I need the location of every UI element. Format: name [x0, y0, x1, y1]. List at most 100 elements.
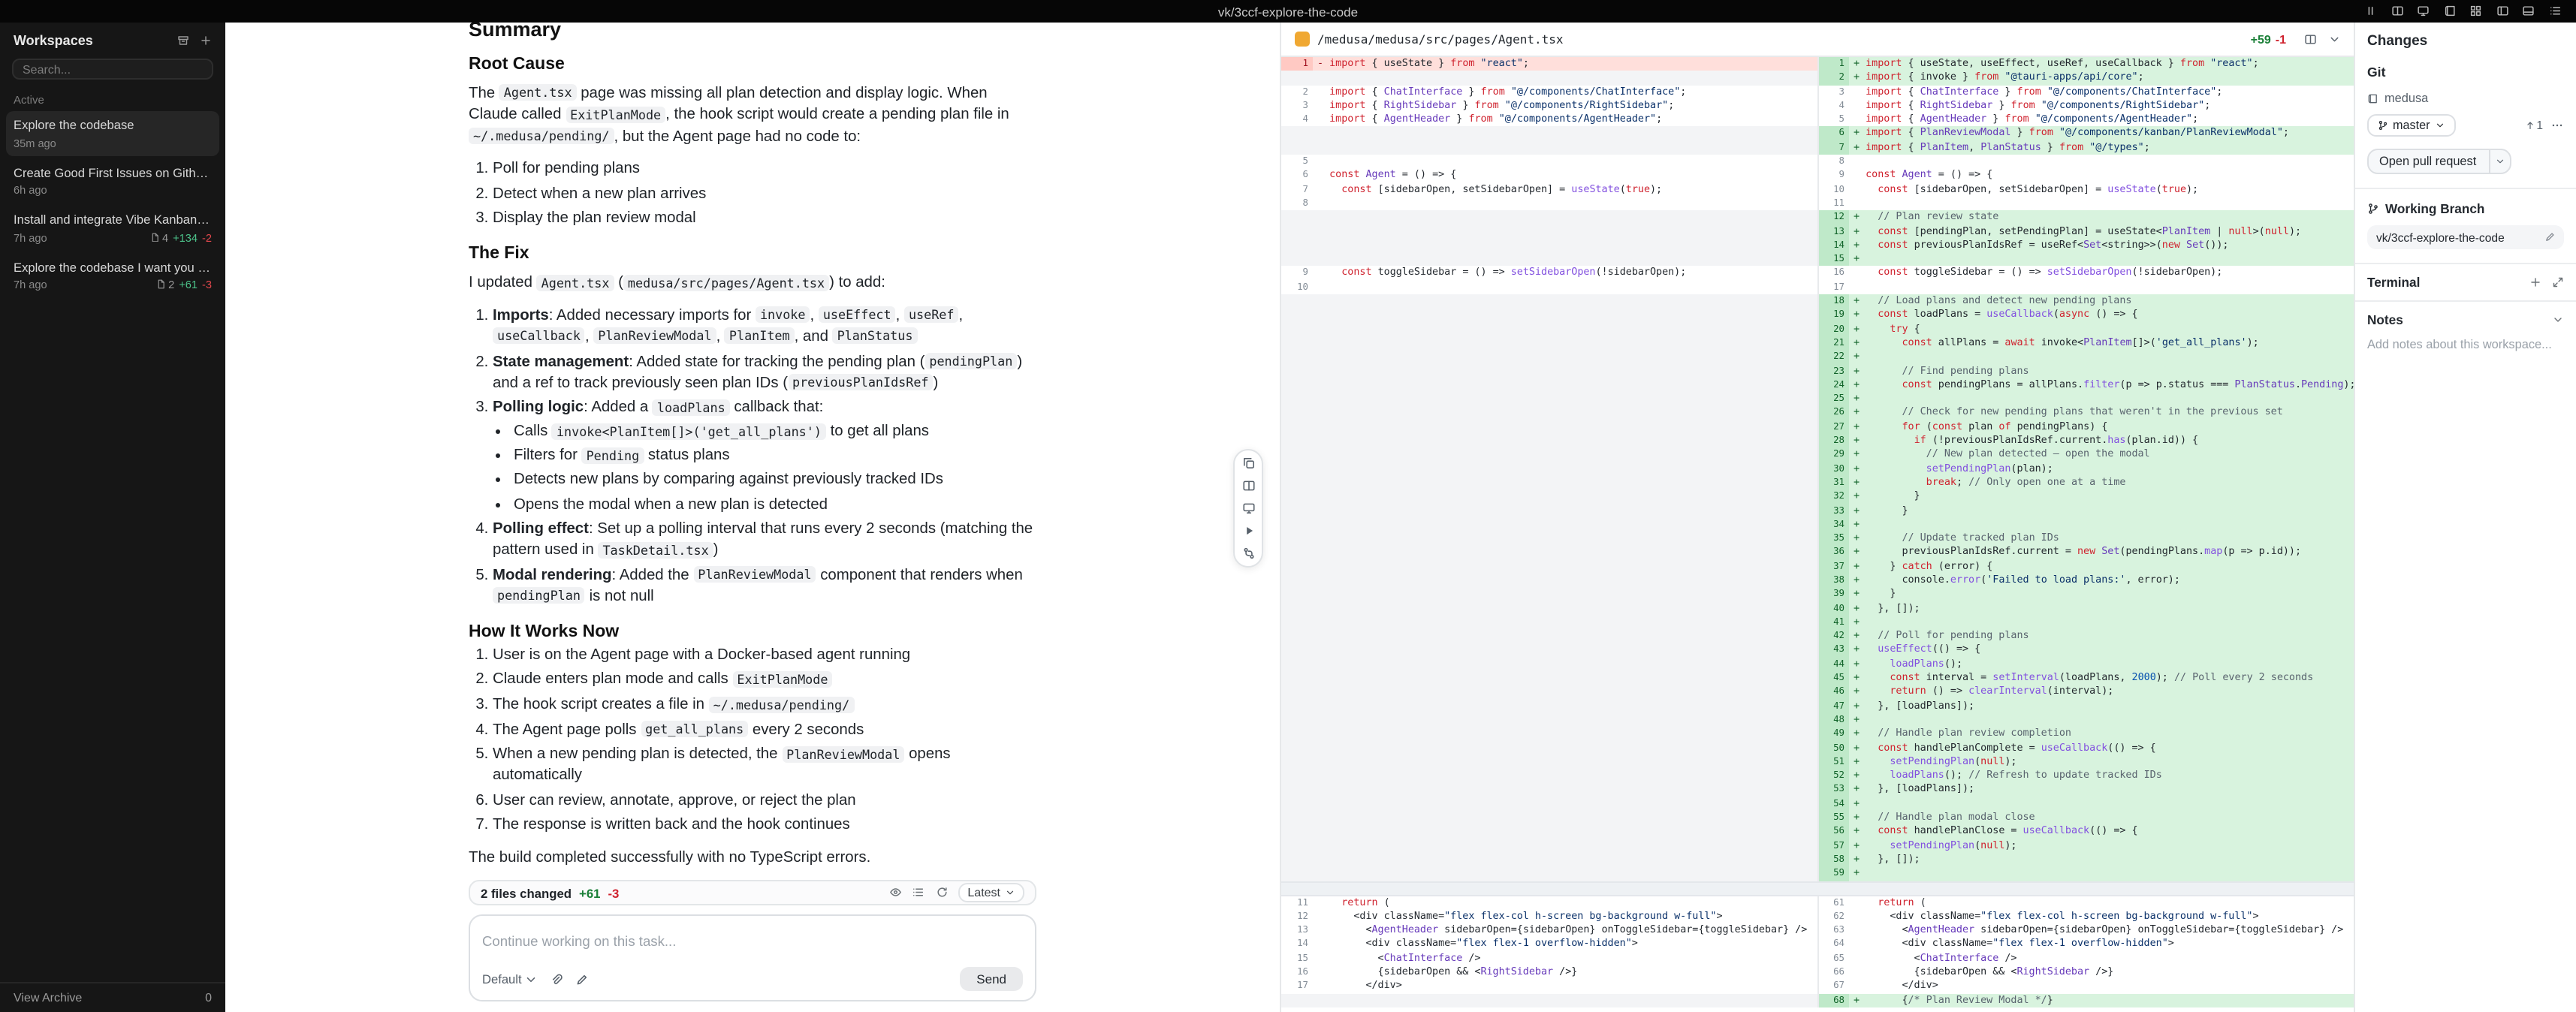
- line-number: 11: [1817, 197, 1849, 211]
- workspace-item[interactable]: Explore the codebase I want you to ex...…: [6, 253, 219, 297]
- model-selector[interactable]: Default: [482, 971, 538, 986]
- book-icon-button[interactable]: [2443, 5, 2456, 18]
- line-number: [1281, 811, 1313, 825]
- copy-icon-button[interactable]: [1241, 456, 1255, 470]
- changes-list-icon[interactable]: [912, 887, 925, 899]
- line-number: 19: [1817, 309, 1849, 323]
- code-line: [1313, 420, 1817, 434]
- workspace-item[interactable]: Explore the codebase35m ago: [6, 111, 219, 155]
- code-line: [1313, 839, 1817, 853]
- columns-icon: [2390, 5, 2403, 18]
- code-line: + // Handle plan review completion: [1849, 727, 2354, 742]
- working-branch-field[interactable]: vk/3ccf-explore-the-code: [2367, 225, 2564, 249]
- archive-icon[interactable]: [177, 35, 189, 47]
- monitor-icon-button[interactable]: [2417, 5, 2430, 18]
- pause-icon-button[interactable]: [2364, 5, 2377, 18]
- panel-left-icon-button[interactable]: [2496, 5, 2508, 18]
- inline-code: medusa/src/pages/Agent.tsx: [623, 275, 829, 291]
- edit-branch-icon[interactable]: [2544, 232, 2555, 243]
- diff-row: 6 const Agent = () => {9 const Agent = (…: [1281, 169, 2354, 183]
- chat-scroll-area[interactable]: npm run build 2>&1 | tail -80The build c…: [225, 23, 1280, 880]
- monitor-icon-button[interactable]: [1241, 501, 1255, 515]
- line-number: 1: [1817, 57, 1849, 71]
- line-number: [1281, 476, 1313, 490]
- collapse-diff-icon[interactable]: [2327, 33, 2340, 46]
- diff-row: 50+ const handlePlanComplete = useCallba…: [1281, 741, 2354, 755]
- split-view-icon[interactable]: [2304, 33, 2317, 46]
- diff-row: 12 <div className="flex flex-col h-scree…: [1281, 910, 2354, 924]
- code-line: [1313, 518, 1817, 532]
- inline-code: PlanReviewModal: [693, 566, 816, 583]
- message-input[interactable]: [482, 934, 1023, 949]
- branch-selector[interactable]: master: [2367, 114, 2456, 137]
- diff-row: 16 {sidebarOpen && <RightSidebar />}66 {…: [1281, 965, 2354, 980]
- chevron-down-icon[interactable]: [2552, 314, 2564, 326]
- diff-body[interactable]: 1- import { useState } from "react";1+ i…: [1281, 57, 2354, 1012]
- workspace-item[interactable]: Install and integrate Vibe Kanban Web...…: [6, 206, 219, 250]
- diff-row: 42+ // Poll for pending plans: [1281, 629, 2354, 643]
- list-icon-button[interactable]: [2548, 5, 2561, 18]
- code-line: <div className="flex flex-1 overflow-hid…: [1849, 938, 2354, 952]
- line-number: 3: [1281, 99, 1313, 113]
- attach-file-icon[interactable]: [550, 972, 564, 986]
- new-terminal-icon[interactable]: [2529, 276, 2541, 288]
- code-line: + }: [1849, 489, 2354, 504]
- list-item: Poll for pending plans: [493, 159, 1036, 180]
- line-number: [1281, 588, 1313, 602]
- version-dropdown[interactable]: Latest: [958, 883, 1024, 902]
- sub-list-item: Calls invoke<PlanItem[]>('get_all_plans'…: [514, 423, 1036, 444]
- sub-list-item: Filters for Pending status plans: [514, 447, 1036, 468]
- ordered-list: Poll for pending plansDetect when a new …: [469, 159, 1036, 230]
- code-line: [1313, 713, 1817, 727]
- files-count: 2: [156, 278, 174, 291]
- line-number: [1281, 783, 1313, 797]
- code-line: {sidebarOpen && <RightSidebar />}: [1849, 965, 2354, 980]
- hunk-separator[interactable]: [1281, 881, 2354, 896]
- bold-text: Modal rendering: [493, 567, 612, 583]
- compare-icon-button[interactable]: [1241, 547, 1255, 560]
- list-item: State management: Added state for tracki…: [493, 352, 1036, 394]
- line-number: [1281, 350, 1313, 364]
- line-number: 65: [1817, 951, 1849, 965]
- line-number: 34: [1817, 518, 1849, 532]
- line-number: [1281, 309, 1313, 323]
- code-line: + // Load plans and detect new pending p…: [1849, 294, 2354, 309]
- columns-icon-button[interactable]: [2390, 5, 2403, 18]
- book-icon: [2443, 5, 2456, 18]
- code-line: [1313, 448, 1817, 462]
- send-button[interactable]: Send: [960, 967, 1023, 991]
- copy-icon: [1241, 456, 1255, 470]
- panel-bottom-icon-button[interactable]: [2522, 5, 2535, 18]
- git-more-button[interactable]: [2550, 119, 2564, 132]
- open-pr-button[interactable]: Open pull request: [2367, 149, 2511, 174]
- play-icon-button[interactable]: [1241, 524, 1255, 538]
- inline-code: TaskDetail.tsx: [598, 541, 713, 558]
- code-line: [1313, 741, 1817, 755]
- edit-icon[interactable]: [576, 972, 590, 986]
- git-branch-icon: [2367, 203, 2379, 215]
- monitor-icon: [1241, 501, 1255, 515]
- columns-icon: [1241, 479, 1255, 492]
- inline-code: loadPlans: [653, 399, 730, 415]
- refresh-icon[interactable]: [935, 887, 948, 899]
- code-line: <ChatInterface />: [1313, 951, 1817, 965]
- grid-icon-button[interactable]: [2469, 5, 2482, 18]
- code-line: [1313, 783, 1817, 797]
- play-icon: [1241, 524, 1255, 538]
- workspace-item[interactable]: Create Good First Issues on Github So ..…: [6, 158, 219, 203]
- columns-icon-button[interactable]: [1241, 479, 1255, 492]
- diff-row: 52+ loadPlans(); // Refresh to update tr…: [1281, 769, 2354, 783]
- diff-row: 4 import { AgentHeader } from "@/compone…: [1281, 113, 2354, 127]
- line-number: 28: [1817, 434, 1849, 448]
- expand-terminal-icon[interactable]: [2552, 276, 2564, 288]
- code-line: [1313, 155, 1817, 169]
- line-number: [1281, 127, 1313, 141]
- line-number: 61: [1817, 896, 1849, 910]
- preview-icon[interactable]: [888, 887, 901, 899]
- view-archive-link[interactable]: View Archive: [14, 991, 82, 1004]
- line-number: 2: [1281, 85, 1313, 99]
- search-input[interactable]: [12, 59, 213, 80]
- code-line: [1313, 643, 1817, 658]
- code-line: +: [1849, 713, 2354, 727]
- new-workspace-button[interactable]: [200, 35, 212, 47]
